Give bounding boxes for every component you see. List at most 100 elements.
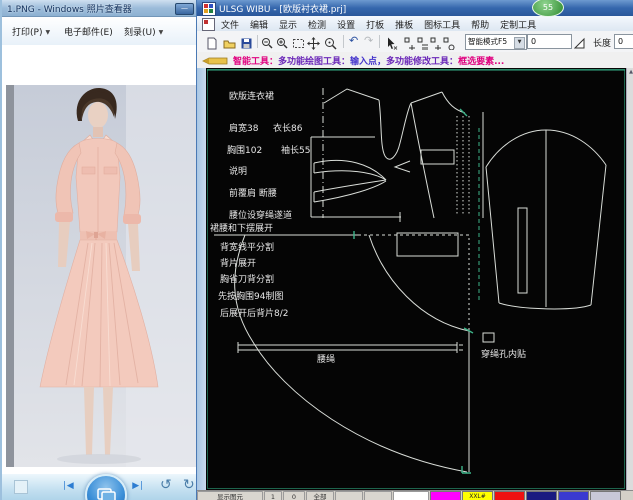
point-tool-3-icon[interactable] bbox=[430, 35, 443, 51]
statusbar-cell-0[interactable]: 显示图元 bbox=[197, 491, 263, 500]
ruler-icon[interactable] bbox=[573, 35, 586, 49]
cad-annotation: 欧版连衣裙 bbox=[229, 90, 274, 102]
cad-titlebar[interactable]: ULSG WIBU - [欧版衬衣裙.prj] bbox=[197, 0, 633, 16]
length-input[interactable]: 0 bbox=[614, 34, 633, 49]
cad-annotation: 背片展开 bbox=[220, 257, 256, 269]
scroll-up-icon[interactable]: ▲ bbox=[627, 68, 633, 76]
burn-button[interactable]: 刻录(U) ▼ bbox=[124, 25, 163, 38]
menu-item-6[interactable]: 推板 bbox=[395, 18, 413, 31]
color-swatch-4[interactable] bbox=[558, 491, 589, 500]
cad-menubar: 文件 编辑 显示 检测 设置 打板 推板 图标工具 帮助 定制工具 bbox=[197, 16, 633, 32]
hint-text: 智能工具：多功能绘图工具：输入点，多功能修改工具：框选要素... bbox=[233, 54, 504, 67]
menu-item-9[interactable]: 定制工具 bbox=[500, 18, 536, 31]
cad-annotation: 先按胸围94制图 bbox=[218, 290, 283, 302]
menu-item-3[interactable]: 检测 bbox=[308, 18, 326, 31]
new-file-icon[interactable] bbox=[205, 35, 218, 50]
zoom-box-icon[interactable] bbox=[292, 35, 305, 48]
point-tool-4-icon[interactable] bbox=[443, 35, 456, 51]
hint-segment-4: 框选要素... bbox=[458, 57, 505, 67]
cad-canvas[interactable]: 欧版连衣裙肩宽38 衣长86 胸围102 袖长55 说明前覆肩 断腰腰位设穿绳遂道 裙腰和… bbox=[206, 68, 626, 490]
menu-item-7[interactable]: 图标工具 bbox=[424, 18, 460, 31]
document-icon bbox=[202, 18, 215, 31]
statusbar-cell-3[interactable]: 全部 bbox=[306, 491, 334, 500]
redo-icon[interactable]: ↷ bbox=[364, 34, 373, 47]
statusbar-cell-1[interactable]: 1 bbox=[264, 491, 282, 500]
menu-item-5[interactable]: 打板 bbox=[366, 18, 384, 31]
color-swatch-3[interactable] bbox=[526, 491, 557, 500]
cad-app-icon bbox=[202, 2, 216, 16]
cad-annotation: 肩宽38 bbox=[229, 122, 259, 134]
photo-viewer-toolbar: 打印(P) ▼ 电子邮件(E) 刻录(U) ▼ bbox=[2, 17, 198, 46]
undo-icon[interactable]: ↶ bbox=[349, 34, 358, 47]
caret-down-icon: ▼ bbox=[158, 29, 164, 36]
menu-item-1[interactable]: 编辑 bbox=[250, 18, 268, 31]
menu-items: 文件 编辑 显示 检测 设置 打板 推板 图标工具 帮助 定制工具 bbox=[221, 18, 536, 31]
select-cursor-icon[interactable] bbox=[385, 35, 398, 50]
cad-statusbar: 显示图元 1 0 全部 XXL# bbox=[197, 490, 633, 500]
next-image-button[interactable]: ▶∣ bbox=[122, 481, 154, 491]
cad-annotation: 腰位设穿绳遂道 bbox=[229, 209, 292, 221]
cad-window-title: ULSG WIBU - [欧版衬衣裙.prj] bbox=[219, 5, 347, 15]
open-file-icon[interactable] bbox=[223, 35, 236, 49]
previous-image-button[interactable]: ∣◀ bbox=[52, 481, 84, 491]
dress-photo-illustration bbox=[6, 85, 196, 467]
statusbar-cell-6[interactable] bbox=[393, 491, 429, 500]
zoom-out-icon[interactable] bbox=[261, 35, 274, 49]
rotate-cw-button[interactable]: ↻ bbox=[183, 477, 195, 493]
statusbar-cell-4[interactable] bbox=[335, 491, 363, 500]
mode-dropdown[interactable]: 智能模式F5 ▼ bbox=[465, 34, 527, 50]
cad-annotation: 衣长86 bbox=[273, 122, 303, 134]
minimize-button[interactable]: — bbox=[175, 3, 194, 15]
pencil-icon bbox=[202, 57, 228, 65]
cad-annotation: 穿绳孔内贴 bbox=[481, 348, 526, 360]
menu-item-4[interactable]: 设置 bbox=[337, 18, 355, 31]
menu-item-2[interactable]: 显示 bbox=[279, 18, 297, 31]
cad-hintbar: 智能工具：多功能绘图工具：输入点，多功能修改工具：框选要素... bbox=[197, 52, 633, 69]
caret-down-icon: ▼ bbox=[514, 37, 525, 49]
print-button[interactable]: 打印(P) ▼ bbox=[12, 25, 50, 38]
photo-image bbox=[6, 85, 196, 467]
hint-segment-2: 输入点， bbox=[350, 57, 387, 67]
cad-annotation: 袖长55 bbox=[281, 144, 310, 156]
cad-annotation: 裙腰和下摆展开 bbox=[210, 222, 273, 234]
cad-annotation: 背宽线平分割 bbox=[220, 241, 274, 253]
pictures-icon bbox=[97, 488, 116, 500]
rotate-ccw-button[interactable]: ↺ bbox=[160, 477, 172, 493]
statusbar-cell-2[interactable]: 0 bbox=[283, 491, 305, 500]
hint-segment-1: 多功能绘图工具： bbox=[278, 57, 351, 67]
color-swatch-2[interactable] bbox=[494, 491, 525, 500]
length-label: 长度 bbox=[593, 39, 612, 49]
photo-viewer-window: 1.PNG - Windows 照片查看器 — 打印(P) ▼ 电子邮件(E) 刻… bbox=[0, 0, 198, 500]
point-tool-2-icon[interactable] bbox=[417, 35, 430, 51]
cad-annotation: 胸省刀背分割 bbox=[220, 273, 274, 285]
point-tool-1-icon[interactable] bbox=[404, 35, 417, 51]
statusbar-cell-5[interactable] bbox=[364, 491, 392, 500]
save-icon[interactable] bbox=[240, 35, 253, 49]
zoom-all-icon[interactable] bbox=[324, 35, 337, 50]
hint-segment-3: 多功能修改工具： bbox=[386, 57, 459, 67]
photo-viewer-titlebar[interactable]: 1.PNG - Windows 照片查看器 — bbox=[2, 0, 198, 17]
cad-annotation: 胸围102 bbox=[227, 144, 262, 156]
screen: 1.PNG - Windows 照片查看器 — 打印(P) ▼ 电子邮件(E) 刻… bbox=[0, 0, 633, 500]
cad-annotation: 前覆肩 断腰 bbox=[229, 187, 277, 199]
zoom-in-icon[interactable] bbox=[276, 35, 289, 49]
pan-icon[interactable] bbox=[307, 35, 320, 50]
caret-down-icon: ▼ bbox=[45, 29, 51, 36]
cad-frame bbox=[197, 68, 206, 490]
email-button[interactable]: 电子邮件(E) bbox=[64, 25, 113, 38]
fit-to-window-icon[interactable] bbox=[14, 480, 28, 494]
menu-item-0[interactable]: 文件 bbox=[221, 18, 239, 31]
color-swatch-5[interactable] bbox=[590, 491, 621, 500]
cad-annotation: 后展开后背片8/2 bbox=[220, 307, 289, 319]
selection-marks bbox=[353, 108, 480, 474]
value-input[interactable]: 0 bbox=[527, 34, 572, 49]
cad-annotation: 说明 bbox=[229, 165, 247, 177]
slideshow-button[interactable] bbox=[85, 474, 127, 500]
cad-window: ULSG WIBU - [欧版衬衣裙.prj] 55 文件 编辑 显示 检测 设置 打板推… bbox=[196, 0, 633, 500]
color-swatch-1[interactable]: XXL# bbox=[462, 491, 493, 500]
cad-annotation: 腰绳 bbox=[317, 353, 335, 365]
pattern-drawing: 欧版连衣裙肩宽38 衣长86 胸围102 袖长55 说明前覆肩 断腰腰位设穿绳遂道裙腰和… bbox=[207, 69, 625, 489]
color-swatch-0[interactable] bbox=[430, 491, 461, 500]
vertical-scrollbar[interactable]: ▲ bbox=[626, 68, 633, 490]
menu-item-8[interactable]: 帮助 bbox=[471, 18, 489, 31]
